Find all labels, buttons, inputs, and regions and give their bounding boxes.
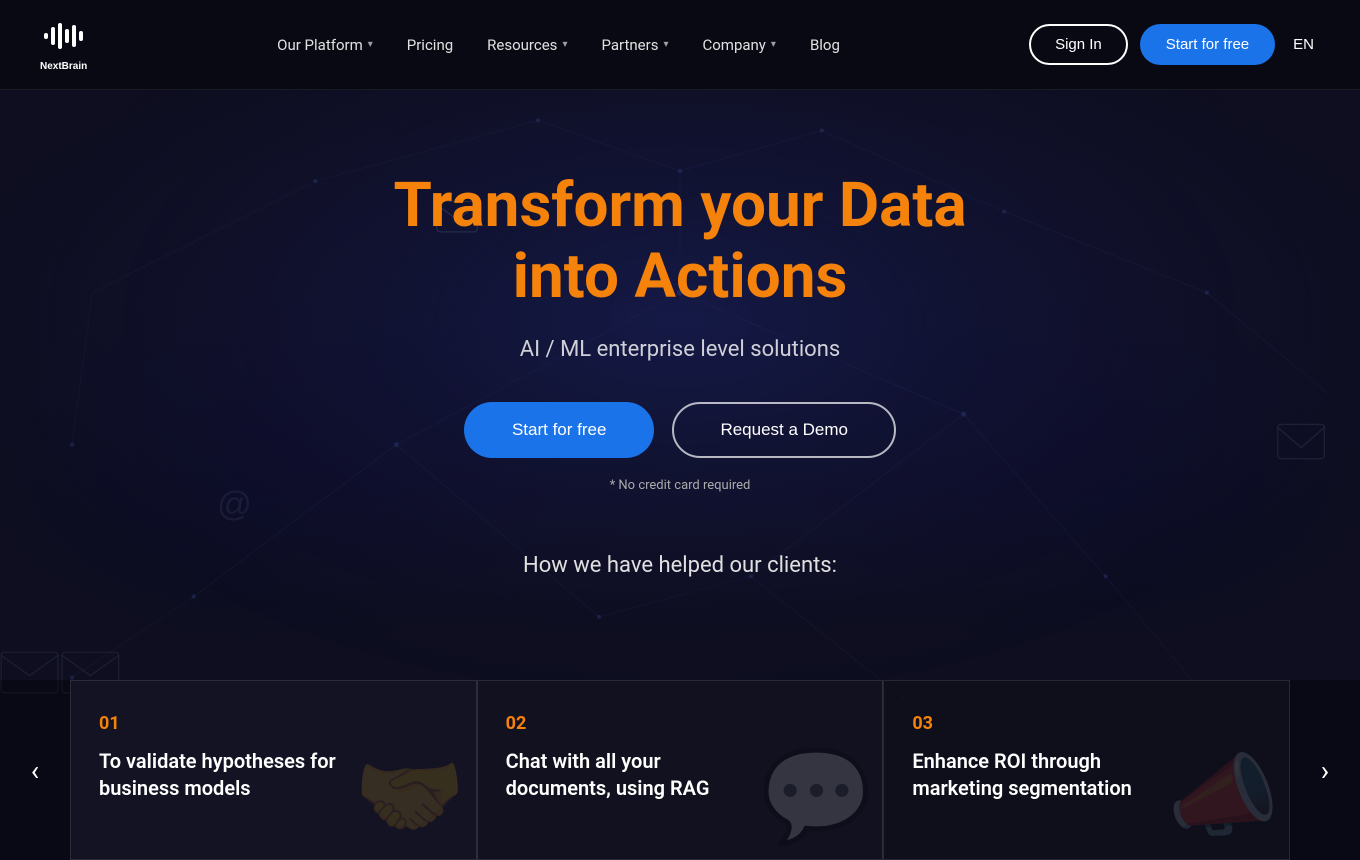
hero-content: Transform your Data into Actions AI / ML… (393, 170, 966, 493)
svg-text:@: @ (217, 486, 252, 524)
cards-container: 01 To validate hypotheses for business m… (70, 680, 1290, 860)
nav-actions: Sign In Start for free EN (1029, 24, 1320, 65)
hero-title: Transform your Data into Actions (393, 170, 966, 313)
signin-button[interactable]: Sign In (1029, 24, 1128, 65)
no-credit-card-notice: * No credit card required (393, 478, 966, 493)
client-card-1: 01 To validate hypotheses for business m… (70, 680, 477, 860)
hero-subtitle: AI / ML enterprise level solutions (393, 337, 966, 362)
card-text-1: To validate hypotheses for business mode… (99, 748, 359, 802)
nav-item-platform[interactable]: Our Platform ▾ (263, 28, 387, 62)
card-text-2: Chat with all your documents, using RAG (506, 748, 766, 802)
card-number-3: 03 (912, 713, 1261, 734)
nav-item-pricing[interactable]: Pricing (393, 28, 467, 62)
clients-title: How we have helped our clients: (523, 553, 837, 578)
nav-item-partners[interactable]: Partners ▾ (587, 28, 682, 62)
card-text-3: Enhance ROI through marketing segmentati… (912, 748, 1172, 802)
start-free-hero-button[interactable]: Start for free (464, 402, 654, 458)
chevron-down-icon: ▾ (562, 39, 567, 50)
chevron-down-icon: ▾ (663, 39, 668, 50)
carousel-next-button[interactable]: › (1290, 680, 1360, 860)
card-number-2: 02 (506, 713, 855, 734)
svg-text:NextBrain: NextBrain (40, 61, 87, 71)
nav-item-blog[interactable]: Blog (796, 28, 854, 62)
cards-row: ‹ 01 To validate hypotheses for business… (0, 680, 1360, 860)
request-demo-button[interactable]: Request a Demo (672, 402, 896, 458)
megaphone-icon: 📣 (1167, 744, 1279, 849)
client-card-2: 02 Chat with all your documents, using R… (477, 680, 884, 860)
logo[interactable]: NextBrain (40, 19, 88, 71)
client-card-3: 03 Enhance ROI through marketing segment… (883, 680, 1290, 860)
card-number-1: 01 (99, 713, 448, 734)
handshake-icon: 🤝 (354, 744, 466, 849)
carousel-prev-button[interactable]: ‹ (0, 680, 70, 860)
nav-links: Our Platform ▾ Pricing Resources ▾ Partn… (263, 28, 854, 62)
chevron-down-icon: ▾ (368, 39, 373, 50)
language-button[interactable]: EN (1287, 30, 1320, 59)
chevron-down-icon: ▾ (771, 39, 776, 50)
chat-icon: 💬 (760, 744, 872, 849)
nav-item-resources[interactable]: Resources ▾ (473, 28, 581, 62)
clients-section: How we have helped our clients: (523, 553, 837, 608)
start-free-nav-button[interactable]: Start for free (1140, 24, 1275, 65)
nav-item-company[interactable]: Company ▾ (688, 28, 789, 62)
hero-buttons: Start for free Request a Demo (393, 402, 966, 458)
navbar: NextBrain Our Platform ▾ Pricing Resourc… (0, 0, 1360, 90)
hero-section: @ Transform your Data into Actions AI / … (0, 90, 1360, 860)
